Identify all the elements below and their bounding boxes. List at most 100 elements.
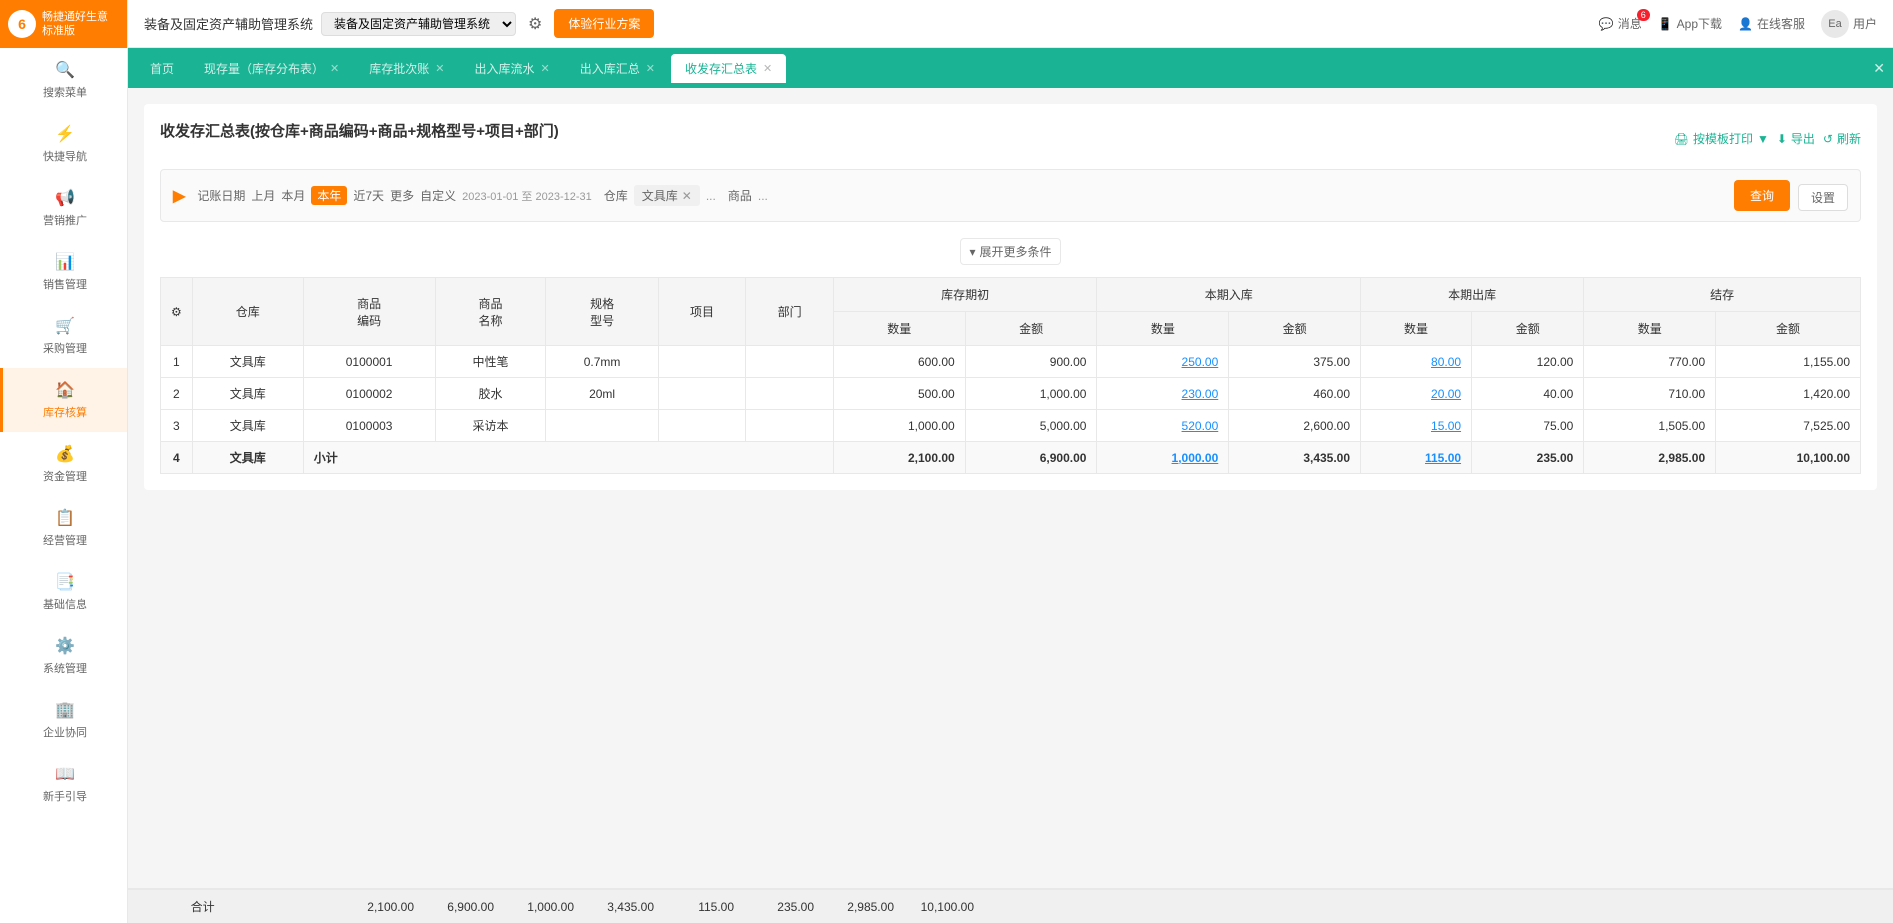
page-title-bar: 收发存汇总表(按仓库+商品编码+商品+规格型号+项目+部门) 🖨 按模板打印 ▼… [160, 120, 1861, 157]
th-bal-amt: 金额 [1716, 312, 1861, 346]
sidebar-nav: 🔍 搜索菜单 ⚡ 快捷导航 📢 营销推广 📊 销售管理 🛒 采购管理 🏠 库存核… [0, 48, 127, 923]
tab-home[interactable]: 首页 [136, 54, 188, 83]
filter-toggle-icon[interactable]: ▶ [173, 186, 185, 206]
expand-more-button[interactable]: ▾ 展开更多条件 [960, 238, 1060, 265]
date-last-month[interactable]: 上月 [251, 187, 275, 204]
tab-close-icon[interactable]: ✕ [763, 62, 772, 75]
tab-inout-summary[interactable]: 出入库汇总 ✕ [566, 54, 669, 83]
main-area: 装备及固定资产辅助管理系统 装备及固定资产辅助管理系统 ⚙ 体验行业方案 💬 消… [128, 0, 1893, 923]
date-this-month[interactable]: 本月 [281, 187, 305, 204]
tab-close-icon[interactable]: ✕ [435, 62, 444, 75]
row-no: 2 [161, 378, 193, 410]
th-opening: 库存期初 [833, 278, 1097, 312]
basic-icon: 📑 [55, 572, 75, 592]
sidebar-item-corp[interactable]: 🏢 企业协同 [0, 688, 127, 752]
th-bal-qty: 数量 [1584, 312, 1716, 346]
sidebar-item-finance[interactable]: 💰 资金管理 [0, 432, 127, 496]
warehouse-filter: 仓库 文具库 ✕ ... [604, 185, 716, 206]
date-custom[interactable]: 自定义 [420, 187, 456, 204]
goods-more[interactable]: ... [758, 189, 768, 203]
tab-recv-send[interactable]: 收发存汇总表 ✕ [671, 54, 786, 83]
message-action[interactable]: 💬 消息 6 [1599, 15, 1642, 32]
row-warehouse: 文具库 [192, 346, 303, 378]
filter-bar: ▶ 记账日期 上月 本月 本年 近7天 更多 自定义 2023-01-01 至 … [160, 169, 1861, 222]
refresh-button[interactable]: ↺ 刷新 [1823, 130, 1861, 147]
sidebar-item-guide[interactable]: 📖 新手引导 [0, 752, 127, 816]
tab-close-icon[interactable]: ✕ [330, 62, 339, 75]
th-out-amt: 金额 [1472, 312, 1584, 346]
sidebar-item-basic[interactable]: 📑 基础信息 [0, 560, 127, 624]
goods-label: 商品 [728, 187, 752, 204]
footer-open-qty: 2,100.00 [344, 900, 424, 914]
app-download-action[interactable]: 📱 App下载 [1658, 15, 1722, 32]
sub-out-qty[interactable]: 115.00 [1361, 442, 1472, 474]
row-bal-qty: 710.00 [1584, 378, 1716, 410]
th-in: 本期入库 [1097, 278, 1361, 312]
header-left: 装备及固定资产辅助管理系统 装备及固定资产辅助管理系统 ⚙ 体验行业方案 [144, 9, 654, 38]
warehouse-tag-close-icon[interactable]: ✕ [682, 189, 692, 203]
user-action[interactable]: Ea 用户 [1821, 10, 1877, 38]
quick-icon: ⚡ [55, 124, 75, 144]
set-button[interactable]: 设置 [1798, 184, 1848, 211]
table-row: 2 文具库 0100002 胶水 20ml 500.00 1,000.00 23… [161, 378, 1861, 410]
chevron-down-icon: ▼ [1757, 132, 1769, 146]
trial-button[interactable]: 体验行业方案 [554, 9, 654, 38]
row-out-amt: 40.00 [1472, 378, 1584, 410]
row-in-amt: 375.00 [1229, 346, 1361, 378]
settings-gear-icon[interactable]: ⚙ [524, 10, 546, 38]
row-in-qty[interactable]: 520.00 [1097, 410, 1229, 442]
warehouse-more[interactable]: ... [706, 189, 716, 203]
print-button[interactable]: 🖨 按模板打印 ▼ [1674, 130, 1769, 147]
date-more[interactable]: 更多 [390, 187, 414, 204]
query-button[interactable]: 查询 [1734, 180, 1790, 211]
tab-stock-dist[interactable]: 现存量（库存分布表） ✕ [190, 54, 353, 83]
table-row: 1 文具库 0100001 中性笔 0.7mm 600.00 900.00 25… [161, 346, 1861, 378]
row-open-amt: 900.00 [965, 346, 1097, 378]
system-selector[interactable]: 装备及固定资产辅助管理系统 [321, 12, 516, 36]
export-icon: ⬇ [1777, 132, 1787, 146]
th-name: 商品名称 [435, 278, 546, 346]
sub-in-qty[interactable]: 1,000.00 [1097, 442, 1229, 474]
row-out-qty[interactable]: 15.00 [1361, 410, 1472, 442]
tab-batch[interactable]: 库存批次账 ✕ [355, 54, 458, 83]
top-header: 装备及固定资产辅助管理系统 装备及固定资产辅助管理系统 ⚙ 体验行业方案 💬 消… [128, 0, 1893, 48]
guide-icon: 📖 [55, 764, 75, 784]
row-in-qty[interactable]: 250.00 [1097, 346, 1229, 378]
row-spec: 0.7mm [546, 346, 658, 378]
avatar: Ea [1821, 10, 1849, 38]
tab-inout-flow[interactable]: 出入库流水 ✕ [460, 54, 563, 83]
export-button[interactable]: ⬇ 导出 [1777, 130, 1815, 147]
footer-nums: 2,100.00 6,900.00 1,000.00 3,435.00 115.… [344, 900, 1877, 914]
sales-icon: 📊 [55, 252, 75, 272]
th-settings[interactable]: ⚙ [161, 278, 193, 346]
row-in-qty[interactable]: 230.00 [1097, 378, 1229, 410]
th-out: 本期出库 [1361, 278, 1584, 312]
footer-open-amt: 6,900.00 [424, 900, 504, 914]
sidebar-item-quick[interactable]: ⚡ 快捷导航 [0, 112, 127, 176]
sidebar-item-sales[interactable]: 📊 销售管理 [0, 240, 127, 304]
th-balance: 结存 [1584, 278, 1861, 312]
sidebar-item-marketing[interactable]: 📢 营销推广 [0, 176, 127, 240]
date-7days[interactable]: 近7天 [353, 187, 384, 204]
tab-close-icon[interactable]: ✕ [646, 62, 655, 75]
logo-icon: 6 [8, 10, 36, 38]
expand-row: ▾ 展开更多条件 [160, 230, 1861, 273]
service-action[interactable]: 👤 在线客服 [1738, 15, 1805, 32]
row-out-qty[interactable]: 20.00 [1361, 378, 1472, 410]
sidebar-item-purchase[interactable]: 🛒 采购管理 [0, 304, 127, 368]
row-out-qty[interactable]: 80.00 [1361, 346, 1472, 378]
footer-out-amt: 235.00 [744, 900, 824, 914]
row-no: 1 [161, 346, 193, 378]
date-this-year[interactable]: 本年 [311, 186, 347, 205]
sidebar-item-inventory[interactable]: 🏠 库存核算 [0, 368, 127, 432]
row-dept [746, 378, 834, 410]
close-all-tabs-icon[interactable]: ✕ [1873, 60, 1885, 77]
row-project [658, 346, 746, 378]
sidebar-item-search[interactable]: 🔍 搜索菜单 [0, 48, 127, 112]
tab-close-icon[interactable]: ✕ [541, 62, 550, 75]
row-in-amt: 2,600.00 [1229, 410, 1361, 442]
row-bal-qty: 1,505.00 [1584, 410, 1716, 442]
sidebar-item-system[interactable]: ⚙️ 系统管理 [0, 624, 127, 688]
row-open-qty: 600.00 [833, 346, 965, 378]
sidebar-item-operations[interactable]: 📋 经营管理 [0, 496, 127, 560]
